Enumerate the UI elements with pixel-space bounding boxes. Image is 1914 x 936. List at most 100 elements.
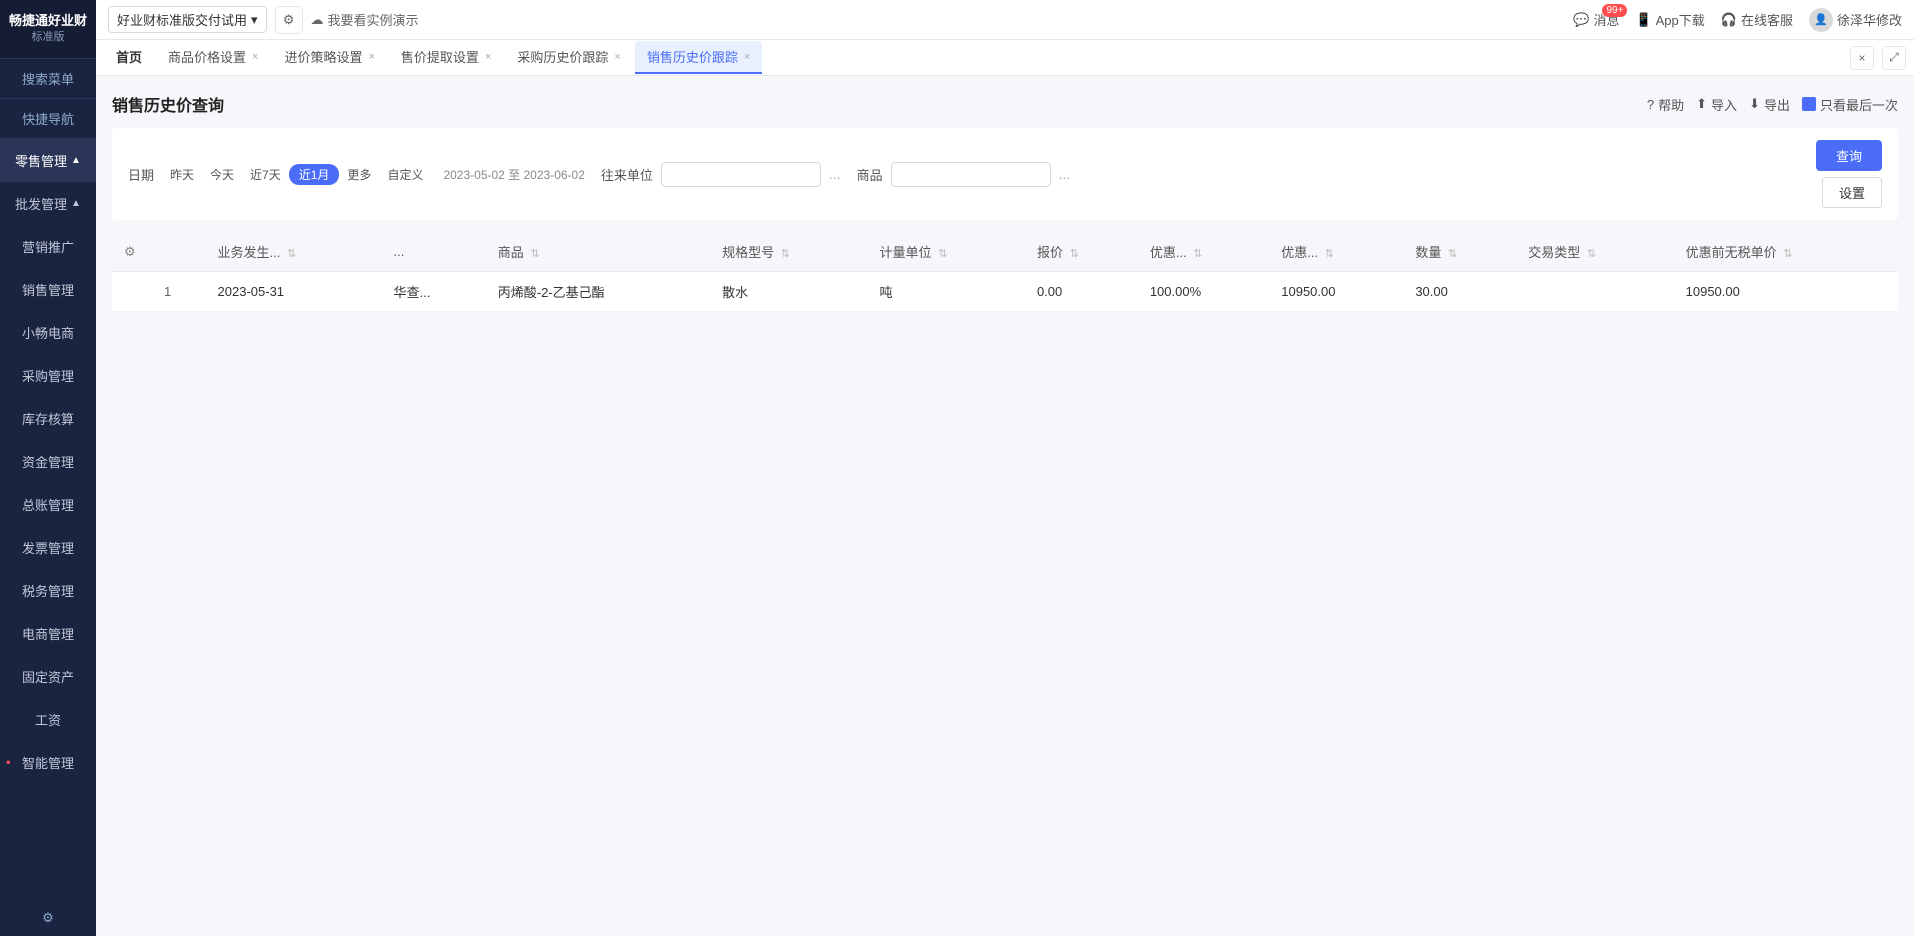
th-settings[interactable]: ⚙ <box>112 232 152 272</box>
export-button[interactable]: ⬇ 导出 <box>1749 95 1790 114</box>
filter-settings-button[interactable]: 设置 <box>1822 177 1882 208</box>
last-only-checkbox[interactable] <box>1802 97 1816 111</box>
tab-sales-history[interactable]: 销售历史价跟踪 × <box>635 41 762 74</box>
version-selector[interactable]: 好业财标准版交付试用 ▾ <box>108 6 267 33</box>
date-today-btn[interactable]: 今天 <box>202 163 242 186</box>
help-icon: ? <box>1647 97 1654 112</box>
column-settings-icon[interactable]: ⚙ <box>124 244 136 259</box>
demo-link[interactable]: ☁ 我要看实例演示 <box>311 10 419 29</box>
online-service-button[interactable]: 🎧 在线客服 <box>1721 10 1793 29</box>
th-product[interactable]: 商品 ⇅ <box>486 232 710 272</box>
th-discount2[interactable]: 优惠... ⇅ <box>1269 232 1403 272</box>
th-discount2-label: 优惠... <box>1281 245 1318 260</box>
close-tab-button[interactable]: × <box>1850 46 1874 70</box>
th-spec-label: 规格型号 <box>722 245 774 260</box>
tab-close-icon[interactable]: × <box>614 51 620 63</box>
tab-purchase-history[interactable]: 采购历史价跟踪 × <box>505 41 632 74</box>
date-custom-btn[interactable]: 自定义 <box>379 163 431 186</box>
sidebar-item-marketing[interactable]: 营销推广 <box>0 225 96 268</box>
tab-purchase-strategy[interactable]: 进价策略设置 × <box>272 41 386 74</box>
date-more-btn[interactable]: 更多 <box>339 163 379 186</box>
app-logo: 畅捷通好业财 标准版 <box>0 0 96 59</box>
sidebar-item-salary[interactable]: 工资 <box>0 698 96 741</box>
sidebar-item-ecommerce-small[interactable]: 小畅电商 <box>0 311 96 354</box>
chevron-down-icon: ▾ <box>251 12 258 28</box>
sidebar-item-label: 营销推广 <box>22 237 74 256</box>
sidebar-item-ecommerce[interactable]: 电商管理 <box>0 612 96 655</box>
filter-actions: 查询 设置 <box>1816 140 1882 208</box>
help-button[interactable]: ? 帮助 <box>1647 95 1684 114</box>
sidebar-quick-nav[interactable]: 快捷导航 <box>0 99 96 139</box>
th-pre-tax-price[interactable]: 优惠前无税单价 ⇅ <box>1674 232 1898 272</box>
sidebar-item-finance[interactable]: 资金管理 <box>0 440 96 483</box>
product-dots[interactable]: ... <box>1059 166 1071 182</box>
sidebar-item-inventory[interactable]: 库存核算 <box>0 397 96 440</box>
sort-icon: ⇅ <box>781 248 790 260</box>
message-button[interactable]: 💬 消息 99+ <box>1573 10 1619 29</box>
filter-bar: 日期 昨天 今天 近7天 近1月 更多 自定义 2023-05-02 至 202… <box>112 128 1898 220</box>
tab-home[interactable]: 首页 <box>104 41 154 74</box>
sidebar-item-label: 电商管理 <box>22 624 74 643</box>
date-last7-btn[interactable]: 近7天 <box>242 163 289 186</box>
tab-close-icon[interactable]: × <box>252 51 258 63</box>
sidebar-item-label: 批发管理 <box>15 194 67 213</box>
table-row[interactable]: 1 2023-05-31 华查... 丙烯酸-2-乙基己酯 散水 吨 0.00 … <box>112 272 1898 312</box>
date-filters: 昨天 今天 近7天 近1月 更多 自定义 <box>162 163 431 186</box>
date-yesterday-btn[interactable]: 昨天 <box>162 163 202 186</box>
th-discount1-label: 优惠... <box>1150 245 1187 260</box>
tab-close-icon[interactable]: × <box>485 51 491 63</box>
th-unit[interactable]: 计量单位 ⇅ <box>868 232 1025 272</box>
avatar: 👤 <box>1809 8 1833 32</box>
date-last1m-btn[interactable]: 近1月 <box>289 164 340 185</box>
sidebar-bottom-settings[interactable]: ⚙ <box>0 900 96 936</box>
sidebar-item-label: 采购管理 <box>22 366 74 385</box>
sidebar-item-purchase[interactable]: 采购管理 <box>0 354 96 397</box>
product-label: 商品 <box>857 165 883 184</box>
partner-dots[interactable]: ... <box>829 166 841 182</box>
tab-sale-price-pickup[interactable]: 售价提取设置 × <box>389 41 503 74</box>
tab-label: 采购历史价跟踪 <box>517 47 608 66</box>
product-input[interactable] <box>891 162 1051 187</box>
th-biz-date[interactable]: 业务发生... ⇅ <box>206 232 382 272</box>
th-discount1[interactable]: 优惠... ⇅ <box>1138 232 1269 272</box>
sidebar-item-invoice[interactable]: 发票管理 <box>0 526 96 569</box>
sidebar-search[interactable]: 搜索菜单 <box>0 59 96 99</box>
tab-close-icon[interactable]: × <box>744 51 750 63</box>
sidebar: 畅捷通好业财 标准版 搜索菜单 快捷导航 零售管理 ▲ 批发管理 ▲ 营销推广 … <box>0 0 96 936</box>
sidebar-item-ledger[interactable]: 总账管理 <box>0 483 96 526</box>
partner-filter-group: 往来单位 ... <box>601 162 841 187</box>
tab-home-label: 首页 <box>116 47 142 66</box>
sort-icon: ⇅ <box>530 248 539 260</box>
th-quantity[interactable]: 数量 ⇅ <box>1403 232 1516 272</box>
tab-product-price[interactable]: 商品价格设置 × <box>156 41 270 74</box>
sort-icon: ⇅ <box>1587 248 1596 260</box>
chevron-up-icon: ▲ <box>71 155 81 166</box>
sidebar-item-assets[interactable]: 固定资产 <box>0 655 96 698</box>
partner-input[interactable] <box>661 162 821 187</box>
query-button[interactable]: 查询 <box>1816 140 1882 171</box>
sort-icon: ⇅ <box>938 248 947 260</box>
th-trade-type[interactable]: 交易类型 ⇅ <box>1516 232 1673 272</box>
topbar-settings-button[interactable]: ⚙ <box>275 6 303 34</box>
sort-icon: ⇅ <box>1070 248 1079 260</box>
app-download-button[interactable]: 📱 App下载 <box>1635 10 1704 29</box>
sidebar-item-label: 小畅电商 <box>22 323 74 342</box>
date-label: 日期 <box>128 165 154 184</box>
sidebar-item-label: 固定资产 <box>22 667 74 686</box>
sidebar-item-label: 税务管理 <box>22 581 74 600</box>
expand-tab-button[interactable]: ⤢ <box>1882 46 1906 70</box>
sidebar-item-wholesale[interactable]: 批发管理 ▲ <box>0 182 96 225</box>
tab-close-icon[interactable]: × <box>368 51 374 63</box>
tab-label: 进价策略设置 <box>284 47 362 66</box>
cell-num: 1 <box>152 272 206 312</box>
sidebar-item-retail[interactable]: 零售管理 ▲ <box>0 139 96 182</box>
sidebar-item-tax[interactable]: 税务管理 <box>0 569 96 612</box>
th-spec[interactable]: 规格型号 ⇅ <box>710 232 867 272</box>
user-menu[interactable]: 👤 徐泽华修改 <box>1809 8 1902 32</box>
topbar: 好业财标准版交付试用 ▾ ⚙ ☁ 我要看实例演示 💬 消息 99+ 📱 App下… <box>96 0 1914 40</box>
sidebar-item-smart[interactable]: 智能管理 <box>0 741 96 784</box>
import-button[interactable]: ⬆ 导入 <box>1696 95 1737 114</box>
th-more[interactable]: ... <box>382 232 486 272</box>
th-price[interactable]: 报价 ⇅ <box>1025 232 1138 272</box>
sidebar-item-sales[interactable]: 销售管理 <box>0 268 96 311</box>
